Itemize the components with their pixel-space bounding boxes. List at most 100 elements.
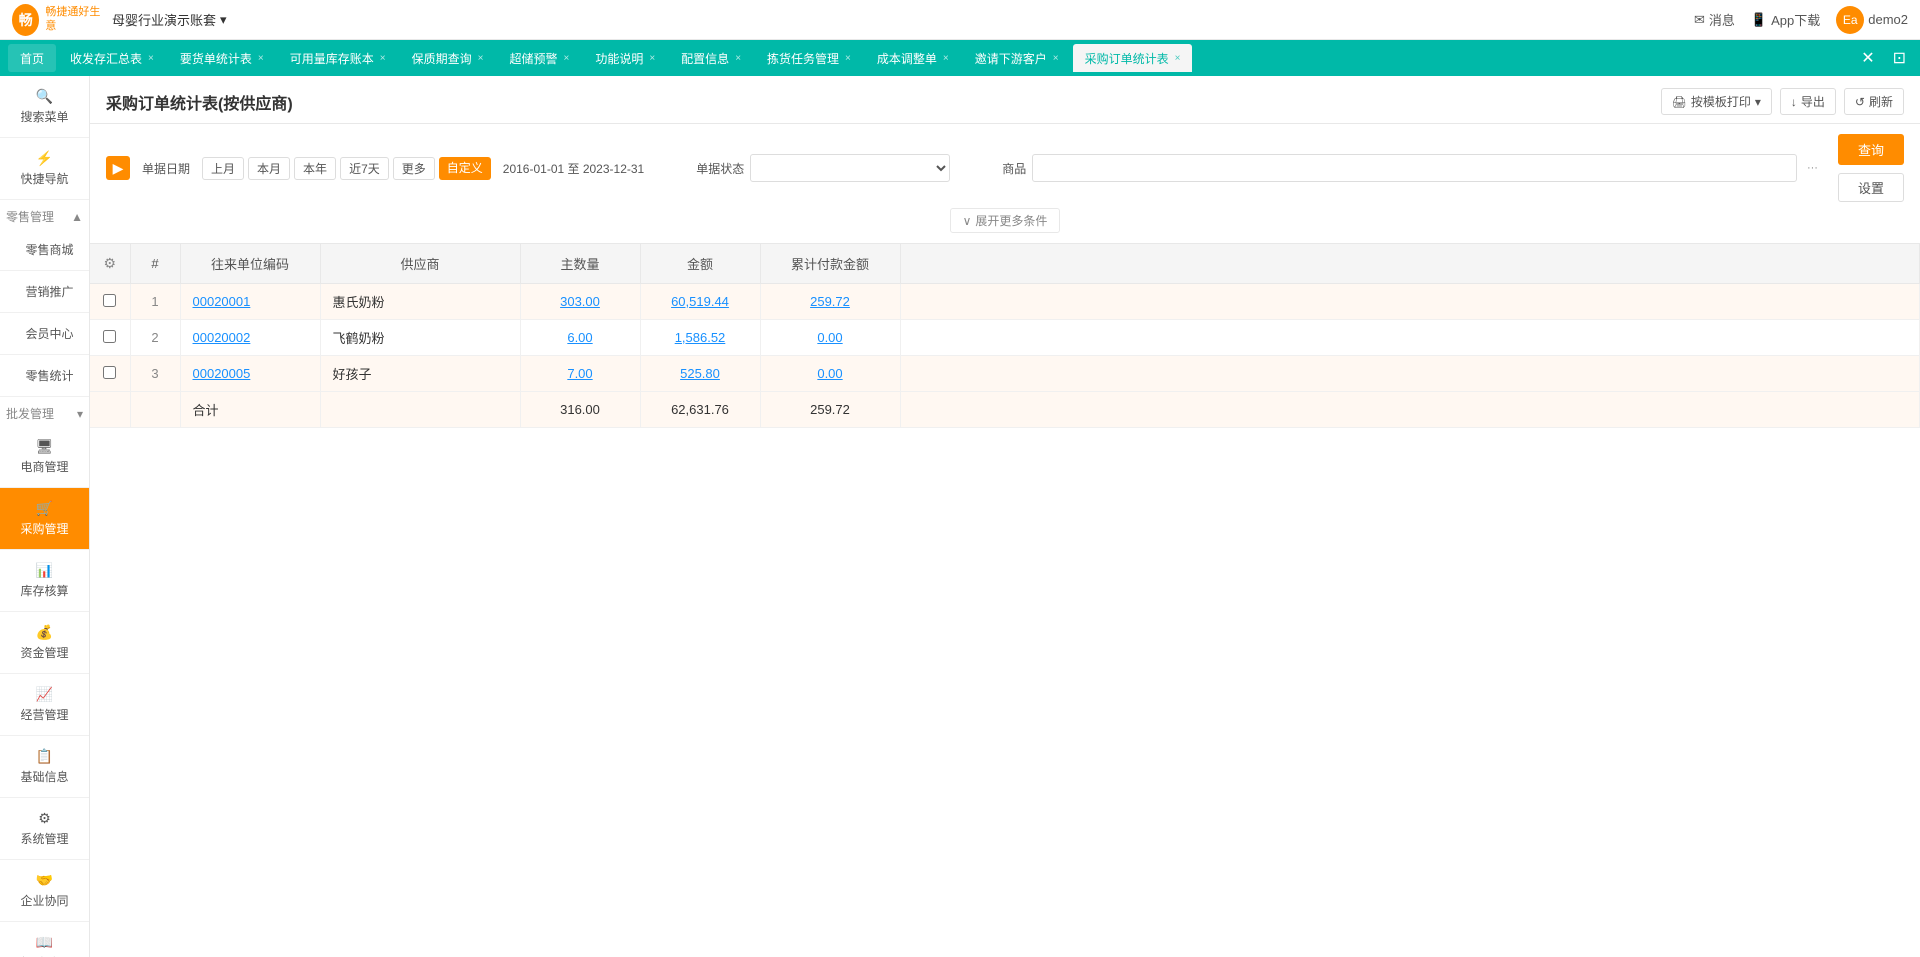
row-qty[interactable]: 7.00 xyxy=(520,356,640,392)
user-area[interactable]: Ea demo2 xyxy=(1836,6,1908,34)
row-extra xyxy=(900,356,1920,392)
sidebar-item-ecommerce[interactable]: 🖥 电商管理 xyxy=(0,426,89,488)
row-amount[interactable]: 1,586.52 xyxy=(640,320,760,356)
row-qty[interactable]: 6.00 xyxy=(520,320,640,356)
sidebar-item-wholesale-mgmt[interactable]: 批发管理 ▾ xyxy=(0,397,89,426)
tab-gongneng[interactable]: 功能说明 × xyxy=(583,44,667,72)
tab-close-chaochu[interactable]: × xyxy=(563,53,569,64)
main-table: ⚙ # 往来单位编码 供应商 主数量 金额 累计付款金额 1 xyxy=(90,244,1920,428)
row-amount[interactable]: 60,519.44 xyxy=(640,284,760,320)
tab-close-keyong[interactable]: × xyxy=(380,53,386,64)
enterprise-icon: 🤝 xyxy=(36,872,53,889)
table-row: 1 00020001 惠氏奶粉 303.00 60,519.44 259.72 xyxy=(90,284,1920,320)
footer-idx xyxy=(130,392,180,428)
message-btn[interactable]: ✉ 消息 xyxy=(1694,10,1735,29)
footer-row: 合计 316.00 62,631.76 259.72 xyxy=(90,392,1920,428)
filter-date-this-year[interactable]: 本年 xyxy=(294,157,336,180)
tab-baozhi[interactable]: 保质期查询 × xyxy=(400,44,496,72)
tab-close-chengben[interactable]: × xyxy=(943,53,949,64)
tab-close-baozhi[interactable]: × xyxy=(478,53,484,64)
inventory-icon: 📊 xyxy=(36,562,53,579)
workspace-selector[interactable]: 母婴行业演示账套 ▾ xyxy=(112,10,227,29)
page-header-actions: 🖨 按模板打印 ▾ ↓ 导出 ↺ 刷新 xyxy=(1661,88,1904,115)
export-btn[interactable]: ↓ 导出 xyxy=(1780,88,1836,115)
table-body: 1 00020001 惠氏奶粉 303.00 60,519.44 259.72 … xyxy=(90,284,1920,392)
row-paid[interactable]: 0.00 xyxy=(760,356,900,392)
tab-chengben[interactable]: 成本调整单 × xyxy=(865,44,961,72)
filter-date-last-month[interactable]: 上月 xyxy=(202,157,244,180)
tab-close-peizhi[interactable]: × xyxy=(735,53,741,64)
row-qty[interactable]: 303.00 xyxy=(520,284,640,320)
filter-row-1: ▶ 单据日期 上月 本月 本年 近7天 更多 自定义 2016-01-01 至 … xyxy=(106,134,1904,202)
row-checkbox[interactable] xyxy=(90,284,130,320)
tab-yaoqing[interactable]: 邀请下游客户 × xyxy=(963,44,1071,72)
tab-keyong[interactable]: 可用量库存账本 × xyxy=(278,44,398,72)
sidebar-item-inventory[interactable]: 📊 库存核算 xyxy=(0,550,89,612)
sidebar-item-retail-stat[interactable]: 零售统计 xyxy=(0,355,89,397)
settings-btn[interactable]: 设置 xyxy=(1838,173,1904,202)
close-all-tabs-btn[interactable]: ✕ xyxy=(1855,46,1880,70)
row-paid[interactable]: 259.72 xyxy=(760,284,900,320)
tab-peizhi[interactable]: 配置信息 × xyxy=(669,44,753,72)
sidebar-item-enterprise[interactable]: 🤝 企业协同 xyxy=(0,860,89,922)
page-header: 采购订单统计表(按供应商) 🖨 按模板打印 ▾ ↓ 导出 ↺ 刷新 xyxy=(90,76,1920,124)
expand-icon: ∨ xyxy=(963,214,972,228)
row-paid[interactable]: 0.00 xyxy=(760,320,900,356)
restore-tab-btn[interactable]: ⊡ xyxy=(1887,46,1912,70)
tab-close-jianhuo[interactable]: × xyxy=(845,53,851,64)
tab-jianhuo[interactable]: 拣货任务管理 × xyxy=(755,44,863,72)
filter-date-more[interactable]: 更多 xyxy=(393,157,435,180)
tab-close-gongneng[interactable]: × xyxy=(649,53,655,64)
row-code[interactable]: 00020001 xyxy=(180,284,320,320)
tab-close-yaoqing[interactable]: × xyxy=(1053,53,1059,64)
sidebar: 🔍 搜索菜单 ⚡ 快捷导航 零售管理 ▲ 零售商城 营销推广 会员中心 零售统计… xyxy=(0,76,90,957)
sidebar-item-retail-mgmt[interactable]: 零售管理 ▲ xyxy=(0,200,89,229)
filter-date-7days[interactable]: 近7天 xyxy=(340,157,389,180)
print-icon: 🖨 xyxy=(1672,95,1687,109)
content-area: 采购订单统计表(按供应商) 🖨 按模板打印 ▾ ↓ 导出 ↺ 刷新 xyxy=(90,76,1920,957)
tab-home[interactable]: 首页 xyxy=(8,44,56,72)
tab-shoufacun[interactable]: 收发存汇总表 × xyxy=(58,44,166,72)
tab-caigou-active[interactable]: 采购订单统计表 × xyxy=(1073,44,1193,72)
avatar-abbr: Ea xyxy=(1843,13,1858,27)
tab-close-yaohuo[interactable]: × xyxy=(258,53,264,64)
th-paid: 累计付款金额 xyxy=(760,244,900,284)
filter-status-select[interactable] xyxy=(750,154,950,182)
expand-more-btn[interactable]: ∨ 展开更多条件 xyxy=(950,208,1061,233)
row-amount[interactable]: 525.80 xyxy=(640,356,760,392)
filter-more-icon[interactable]: ··· xyxy=(1807,162,1818,174)
row-code[interactable]: 00020005 xyxy=(180,356,320,392)
tab-close-caigou[interactable]: × xyxy=(1175,53,1181,64)
sidebar-item-purchase[interactable]: 🛒 采购管理 xyxy=(0,488,89,550)
row-code[interactable]: 00020002 xyxy=(180,320,320,356)
refresh-btn[interactable]: ↺ 刷新 xyxy=(1844,88,1904,115)
app-download-btn[interactable]: 📱 App下载 xyxy=(1751,10,1820,29)
query-btn[interactable]: 查询 xyxy=(1838,134,1904,165)
sidebar-item-search[interactable]: 🔍 搜索菜单 xyxy=(0,76,89,138)
sidebar-item-finance[interactable]: 💰 资金管理 xyxy=(0,612,89,674)
row-supplier: 惠氏奶粉 xyxy=(320,284,520,320)
sidebar-item-retail-mall[interactable]: 零售商城 xyxy=(0,229,89,271)
table-container: ⚙ # 往来单位编码 供应商 主数量 金额 累计付款金额 1 xyxy=(90,244,1920,957)
print-btn[interactable]: 🖨 按模板打印 ▾ xyxy=(1661,88,1772,115)
filter-date-this-month[interactable]: 本月 xyxy=(248,157,290,180)
sidebar-item-system[interactable]: ⚙ 系统管理 xyxy=(0,798,89,860)
sidebar-item-quicknav[interactable]: ⚡ 快捷导航 xyxy=(0,138,89,200)
sidebar-item-newguide[interactable]: 📖 新手引导 xyxy=(0,922,89,957)
filter-expand-btn[interactable]: ▶ xyxy=(106,156,130,180)
sidebar-item-basic-info[interactable]: 📋 基础信息 xyxy=(0,736,89,798)
row-checkbox[interactable] xyxy=(90,356,130,392)
row-checkbox[interactable] xyxy=(90,320,130,356)
column-settings-icon[interactable]: ⚙ xyxy=(103,255,116,271)
basic-info-icon: 📋 xyxy=(36,748,53,765)
tab-chaochu[interactable]: 超储预警 × xyxy=(497,44,581,72)
sidebar-item-marketing[interactable]: 营销推广 xyxy=(0,271,89,313)
sidebar-item-member-center[interactable]: 会员中心 xyxy=(0,313,89,355)
search-icon: 🔍 xyxy=(36,88,53,105)
th-settings[interactable]: ⚙ xyxy=(90,244,130,284)
tab-yaohuo[interactable]: 要货单统计表 × xyxy=(168,44,276,72)
tab-close-shoufacun[interactable]: × xyxy=(148,53,154,64)
filter-goods-input[interactable] xyxy=(1032,154,1797,182)
sidebar-item-operations[interactable]: 📈 经营管理 xyxy=(0,674,89,736)
footer-settings xyxy=(90,392,130,428)
